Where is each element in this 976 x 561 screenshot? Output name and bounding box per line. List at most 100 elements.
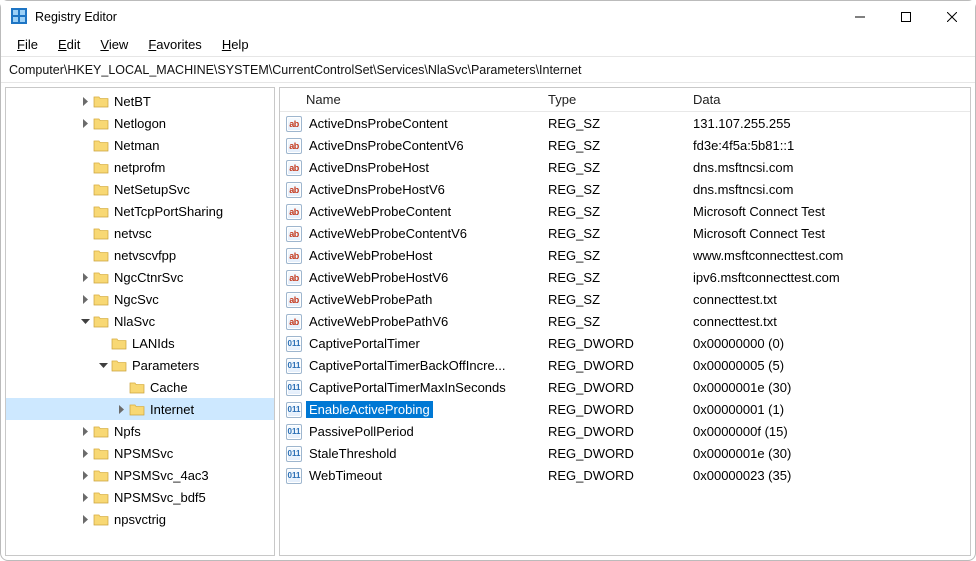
value-type: REG_DWORD xyxy=(548,424,693,439)
expander-icon[interactable] xyxy=(96,336,110,350)
tree-item[interactable]: Netlogon xyxy=(6,112,275,134)
tree-item[interactable]: NetBT xyxy=(6,90,275,112)
value-row[interactable]: 011CaptivePortalTimerREG_DWORD0x00000000… xyxy=(280,332,971,354)
folder-icon xyxy=(93,226,109,240)
values-pane[interactable]: Name Type Data abActiveDnsProbeContentRE… xyxy=(279,87,971,556)
value-name: ActiveDnsProbeContent xyxy=(306,115,451,132)
tree-item[interactable]: NPSMSvc_bdf5 xyxy=(6,486,275,508)
expander-icon[interactable] xyxy=(78,512,92,526)
reg-sz-icon: ab xyxy=(286,248,302,264)
list-header[interactable]: Name Type Data xyxy=(280,88,971,112)
expander-icon[interactable] xyxy=(78,468,92,482)
tree-item[interactable]: Cache xyxy=(6,376,275,398)
tree-item[interactable]: NPSMSvc xyxy=(6,442,275,464)
expander-icon[interactable] xyxy=(78,116,92,130)
expander-icon[interactable] xyxy=(78,424,92,438)
menu-view[interactable]: View xyxy=(90,35,138,54)
value-type: REG_SZ xyxy=(548,160,693,175)
expander-icon[interactable] xyxy=(78,292,92,306)
value-data: 0x00000001 (1) xyxy=(693,402,971,417)
col-data[interactable]: Data xyxy=(693,92,971,107)
value-data: connecttest.txt xyxy=(693,292,971,307)
expander-icon[interactable] xyxy=(114,380,128,394)
minimize-button[interactable] xyxy=(837,1,883,33)
expander-icon[interactable] xyxy=(78,270,92,284)
expander-icon[interactable] xyxy=(78,182,92,196)
folder-icon xyxy=(93,94,109,108)
tree-item[interactable]: NgcSvc xyxy=(6,288,275,310)
expander-icon[interactable] xyxy=(96,358,110,372)
value-type: REG_SZ xyxy=(548,248,693,263)
value-row[interactable]: abActiveDnsProbeHostREG_SZdns.msftncsi.c… xyxy=(280,156,971,178)
expander-icon[interactable] xyxy=(78,446,92,460)
expander-icon[interactable] xyxy=(78,94,92,108)
reg-sz-icon: ab xyxy=(286,314,302,330)
expander-icon[interactable] xyxy=(114,402,128,416)
value-row[interactable]: abActiveWebProbePathREG_SZconnecttest.tx… xyxy=(280,288,971,310)
col-type[interactable]: Type xyxy=(548,92,693,107)
values-list: Name Type Data abActiveDnsProbeContentRE… xyxy=(280,88,971,486)
value-row[interactable]: abActiveWebProbePathV6REG_SZconnecttest.… xyxy=(280,310,971,332)
value-name: ActiveWebProbeContent xyxy=(306,203,454,220)
body-split: NetBT Netlogon Netman netprofm NetSetupS… xyxy=(1,83,975,560)
value-row[interactable]: 011PassivePollPeriodREG_DWORD0x0000000f … xyxy=(280,420,971,442)
reg-sz-icon: ab xyxy=(286,138,302,154)
tree-item[interactable]: NlaSvc xyxy=(6,310,275,332)
close-button[interactable] xyxy=(929,1,975,33)
value-name: ActiveWebProbePathV6 xyxy=(306,313,451,330)
value-name: ActiveWebProbeContentV6 xyxy=(306,225,470,242)
tree-item[interactable]: NPSMSvc_4ac3 xyxy=(6,464,275,486)
value-row[interactable]: abActiveWebProbeHostREG_SZwww.msftconnec… xyxy=(280,244,971,266)
expander-icon[interactable] xyxy=(78,204,92,218)
tree-item[interactable]: NetTcpPortSharing xyxy=(6,200,275,222)
value-row[interactable]: abActiveWebProbeHostV6REG_SZipv6.msftcon… xyxy=(280,266,971,288)
tree-label: NPSMSvc_4ac3 xyxy=(114,468,209,483)
expander-icon[interactable] xyxy=(78,248,92,262)
folder-icon xyxy=(93,292,109,306)
folder-icon xyxy=(93,446,109,460)
tree-label: NetSetupSvc xyxy=(114,182,190,197)
tree-pane[interactable]: NetBT Netlogon Netman netprofm NetSetupS… xyxy=(5,87,275,556)
tree-item[interactable]: netvscvfpp xyxy=(6,244,275,266)
tree-item[interactable]: netvsc xyxy=(6,222,275,244)
value-row[interactable]: 011CaptivePortalTimerMaxInSecondsREG_DWO… xyxy=(280,376,971,398)
expander-icon[interactable] xyxy=(78,314,92,328)
titlebar: Registry Editor xyxy=(1,1,975,33)
value-row[interactable]: abActiveDnsProbeHostV6REG_SZdns.msftncsi… xyxy=(280,178,971,200)
tree-item[interactable]: npsvctrig xyxy=(6,508,275,530)
menu-help[interactable]: Help xyxy=(212,35,259,54)
tree-item[interactable]: Internet xyxy=(6,398,275,420)
tree-item[interactable]: LANIds xyxy=(6,332,275,354)
tree-item[interactable]: NgcCtnrSvc xyxy=(6,266,275,288)
tree-item[interactable]: Npfs xyxy=(6,420,275,442)
tree-item[interactable]: netprofm xyxy=(6,156,275,178)
value-name: ActiveDnsProbeHost xyxy=(306,159,432,176)
value-row[interactable]: abActiveDnsProbeContentREG_SZ131.107.255… xyxy=(280,112,971,134)
expander-icon[interactable] xyxy=(78,490,92,504)
value-data: fd3e:4f5a:5b81::1 xyxy=(693,138,971,153)
tree-item[interactable]: Netman xyxy=(6,134,275,156)
address-bar[interactable]: Computer\HKEY_LOCAL_MACHINE\SYSTEM\Curre… xyxy=(1,57,975,83)
value-row[interactable]: abActiveWebProbeContentREG_SZMicrosoft C… xyxy=(280,200,971,222)
expander-icon[interactable] xyxy=(78,226,92,240)
tree-item[interactable]: NetSetupSvc xyxy=(6,178,275,200)
value-row[interactable]: 011CaptivePortalTimerBackOffIncre...REG_… xyxy=(280,354,971,376)
value-row[interactable]: 011EnableActiveProbingREG_DWORD0x0000000… xyxy=(280,398,971,420)
expander-icon[interactable] xyxy=(78,138,92,152)
menubar: File Edit View Favorites Help xyxy=(1,33,975,57)
tree-item[interactable]: Parameters xyxy=(6,354,275,376)
folder-icon xyxy=(93,116,109,130)
value-row[interactable]: abActiveWebProbeContentV6REG_SZMicrosoft… xyxy=(280,222,971,244)
value-row[interactable]: 011StaleThresholdREG_DWORD0x0000001e (30… xyxy=(280,442,971,464)
value-row[interactable]: 011WebTimeoutREG_DWORD0x00000023 (35) xyxy=(280,464,971,486)
value-type: REG_SZ xyxy=(548,292,693,307)
tree-label: Cache xyxy=(150,380,188,395)
expander-icon[interactable] xyxy=(78,160,92,174)
col-name[interactable]: Name xyxy=(306,92,548,107)
menu-file[interactable]: File xyxy=(7,35,48,54)
value-row[interactable]: abActiveDnsProbeContentV6REG_SZfd3e:4f5a… xyxy=(280,134,971,156)
value-type: REG_SZ xyxy=(548,182,693,197)
maximize-button[interactable] xyxy=(883,1,929,33)
menu-favorites[interactable]: Favorites xyxy=(138,35,211,54)
menu-edit[interactable]: Edit xyxy=(48,35,90,54)
